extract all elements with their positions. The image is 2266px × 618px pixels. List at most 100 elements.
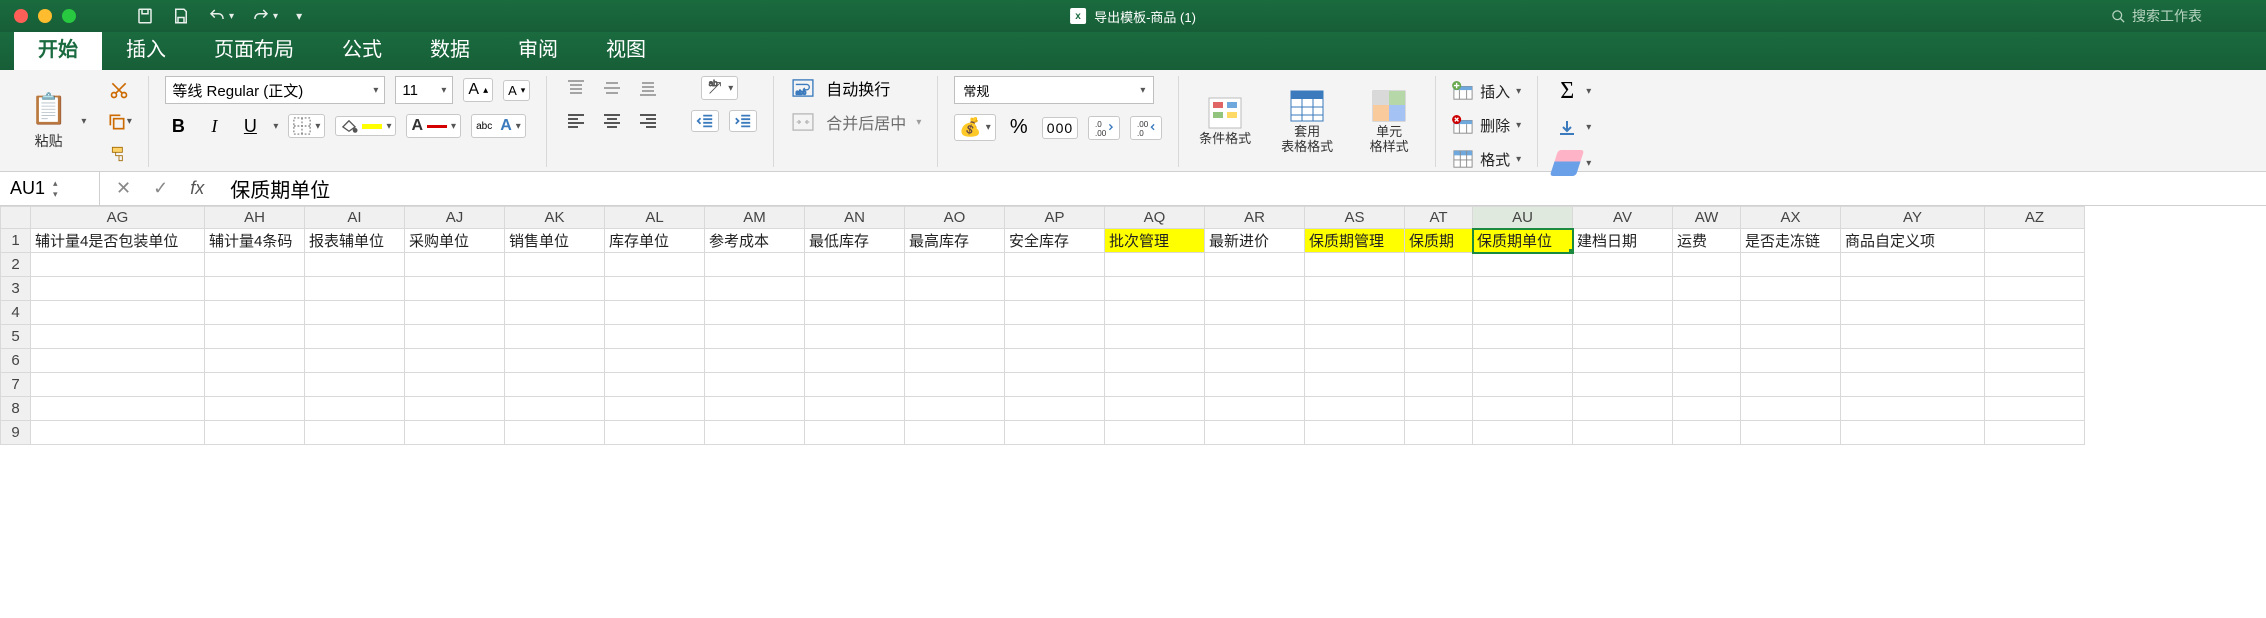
- cell-AZ7[interactable]: [1985, 373, 2085, 397]
- cell-AN1[interactable]: 最低库存: [805, 229, 905, 253]
- paste-button[interactable]: 📋 粘贴: [26, 90, 71, 153]
- cell-AS8[interactable]: [1305, 397, 1405, 421]
- cell-AM2[interactable]: [705, 253, 805, 277]
- cell-AY3[interactable]: [1841, 277, 1985, 301]
- cell-AL7[interactable]: [605, 373, 705, 397]
- cell-AZ1[interactable]: [1985, 229, 2085, 253]
- cell-AU6[interactable]: [1473, 349, 1573, 373]
- cell-AT8[interactable]: [1405, 397, 1473, 421]
- cell-AZ9[interactable]: [1985, 421, 2085, 445]
- cell-AS7[interactable]: [1305, 373, 1405, 397]
- cell-AY8[interactable]: [1841, 397, 1985, 421]
- cell-AQ7[interactable]: [1105, 373, 1205, 397]
- cell-AY4[interactable]: [1841, 301, 1985, 325]
- cell-AS5[interactable]: [1305, 325, 1405, 349]
- cell-AL3[interactable]: [605, 277, 705, 301]
- cell-AU1[interactable]: 保质期单位: [1473, 229, 1573, 253]
- cell-AV4[interactable]: [1573, 301, 1673, 325]
- cell-AO6[interactable]: [905, 349, 1005, 373]
- cell-AW1[interactable]: 运费: [1673, 229, 1741, 253]
- cell-AN9[interactable]: [805, 421, 905, 445]
- cell-AQ5[interactable]: [1105, 325, 1205, 349]
- cell-AQ4[interactable]: [1105, 301, 1205, 325]
- column-header-AY[interactable]: AY: [1841, 207, 1985, 229]
- cell-AY6[interactable]: [1841, 349, 1985, 373]
- increase-indent-button[interactable]: [729, 110, 757, 132]
- fill-dropdown[interactable]: ▾: [1586, 122, 1591, 133]
- insert-cells-button[interactable]: 插入▾: [1452, 76, 1521, 106]
- cell-AK6[interactable]: [505, 349, 605, 373]
- conditional-format-button[interactable]: 条件格式: [1195, 96, 1255, 146]
- underline-dropdown[interactable]: ▾: [273, 121, 278, 132]
- cell-AK3[interactable]: [505, 277, 605, 301]
- cell-AU7[interactable]: [1473, 373, 1573, 397]
- close-window-button[interactable]: [14, 9, 28, 23]
- cell-AH8[interactable]: [205, 397, 305, 421]
- cell-AJ9[interactable]: [405, 421, 505, 445]
- cell-AW4[interactable]: [1673, 301, 1741, 325]
- cell-AU5[interactable]: [1473, 325, 1573, 349]
- row-header-5[interactable]: 5: [1, 325, 31, 349]
- autosum-button[interactable]: Σ: [1554, 80, 1580, 102]
- cell-AU3[interactable]: [1473, 277, 1573, 301]
- cell-AH2[interactable]: [205, 253, 305, 277]
- cell-AV1[interactable]: 建档日期: [1573, 229, 1673, 253]
- column-header-AI[interactable]: AI: [305, 207, 405, 229]
- formula-input[interactable]: [220, 177, 2266, 200]
- qat-save-icon[interactable]: [136, 7, 154, 25]
- cell-AW9[interactable]: [1673, 421, 1741, 445]
- cell-AP8[interactable]: [1005, 397, 1105, 421]
- cell-AN8[interactable]: [805, 397, 905, 421]
- cell-AZ8[interactable]: [1985, 397, 2085, 421]
- align-right-button[interactable]: [635, 110, 661, 132]
- increase-font-button[interactable]: A▴: [463, 78, 493, 102]
- column-header-AS[interactable]: AS: [1305, 207, 1405, 229]
- currency-button[interactable]: 💰▾: [954, 114, 995, 141]
- cell-AO4[interactable]: [905, 301, 1005, 325]
- cell-AH5[interactable]: [205, 325, 305, 349]
- cell-AZ4[interactable]: [1985, 301, 2085, 325]
- cell-AG7[interactable]: [31, 373, 205, 397]
- cell-AY9[interactable]: [1841, 421, 1985, 445]
- increase-decimal-button[interactable]: .0.00: [1088, 116, 1120, 140]
- cell-AP7[interactable]: [1005, 373, 1105, 397]
- cell-AJ1[interactable]: 采购单位: [405, 229, 505, 253]
- cell-AP2[interactable]: [1005, 253, 1105, 277]
- cell-AL4[interactable]: [605, 301, 705, 325]
- cell-AH6[interactable]: [205, 349, 305, 373]
- fill-button[interactable]: [1554, 116, 1580, 138]
- cell-AX4[interactable]: [1741, 301, 1841, 325]
- cell-AJ8[interactable]: [405, 397, 505, 421]
- search-input[interactable]: [2132, 8, 2252, 24]
- qat-redo-button[interactable]: ▾: [252, 7, 278, 25]
- row-header-1[interactable]: 1: [1, 229, 31, 253]
- cell-AX2[interactable]: [1741, 253, 1841, 277]
- cell-AU9[interactable]: [1473, 421, 1573, 445]
- cell-AZ2[interactable]: [1985, 253, 2085, 277]
- cell-AU2[interactable]: [1473, 253, 1573, 277]
- cell-AP3[interactable]: [1005, 277, 1105, 301]
- cell-AW8[interactable]: [1673, 397, 1741, 421]
- cell-AQ3[interactable]: [1105, 277, 1205, 301]
- cell-AV8[interactable]: [1573, 397, 1673, 421]
- column-header-AM[interactable]: AM: [705, 207, 805, 229]
- format-cells-button[interactable]: 格式▾: [1452, 144, 1521, 174]
- copy-button[interactable]: ▾: [106, 111, 132, 133]
- cell-AL9[interactable]: [605, 421, 705, 445]
- cell-AV3[interactable]: [1573, 277, 1673, 301]
- cell-AL8[interactable]: [605, 397, 705, 421]
- column-header-AH[interactable]: AH: [205, 207, 305, 229]
- cell-AM5[interactable]: [705, 325, 805, 349]
- cell-AW3[interactable]: [1673, 277, 1741, 301]
- cell-AH4[interactable]: [205, 301, 305, 325]
- row-header-9[interactable]: 9: [1, 421, 31, 445]
- row-header-4[interactable]: 4: [1, 301, 31, 325]
- cell-AN2[interactable]: [805, 253, 905, 277]
- borders-button[interactable]: ▾: [288, 114, 325, 138]
- cell-AX1[interactable]: 是否走冻链: [1741, 229, 1841, 253]
- cell-AI3[interactable]: [305, 277, 405, 301]
- column-header-AJ[interactable]: AJ: [405, 207, 505, 229]
- cell-AH1[interactable]: 辅计量4条码: [205, 229, 305, 253]
- paste-dropdown[interactable]: ▾: [81, 116, 86, 127]
- cell-AT6[interactable]: [1405, 349, 1473, 373]
